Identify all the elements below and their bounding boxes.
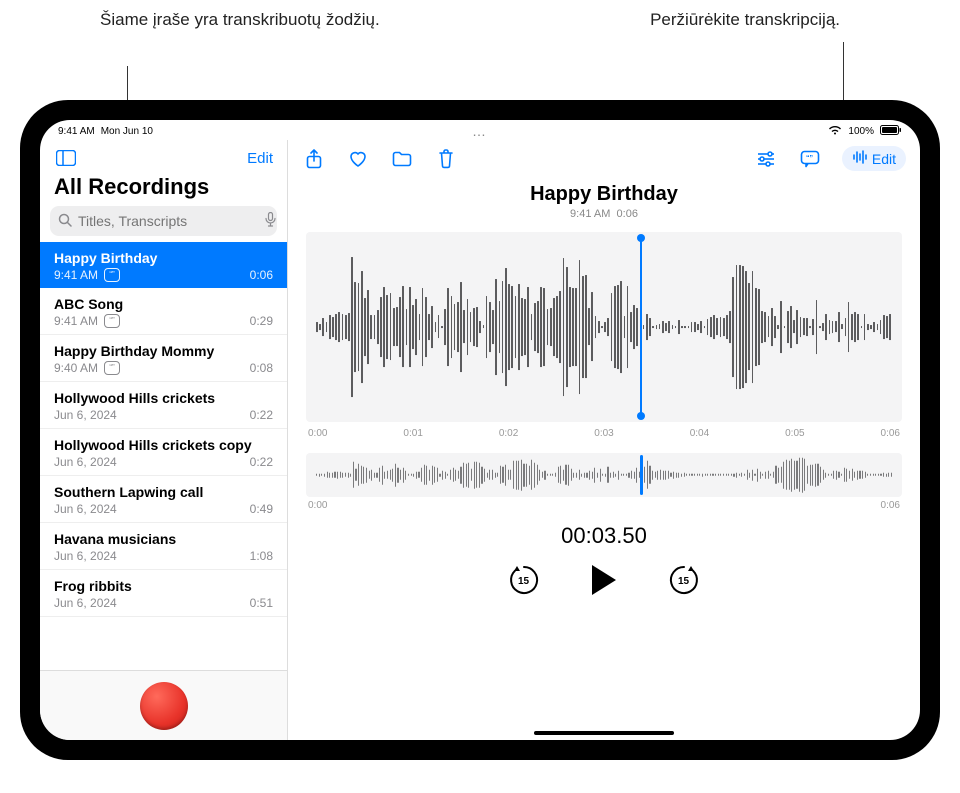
skip-back-15-button[interactable]: 15	[507, 563, 541, 597]
recording-row-duration: 1:08	[250, 549, 273, 563]
battery-icon	[880, 125, 902, 138]
record-area	[40, 670, 287, 740]
recording-row-time: Jun 6, 2024	[54, 455, 117, 469]
mic-icon[interactable]	[265, 212, 276, 230]
recording-subtitle: 9:41 AM 0:06	[288, 208, 920, 220]
tick-label: 0:05	[785, 428, 804, 439]
recording-row-time: Jun 6, 2024	[54, 596, 117, 610]
recording-row-time: 9:40 AM	[54, 361, 98, 375]
wifi-icon	[828, 125, 842, 138]
recording-row[interactable]: Hollywood Hills crickets copy Jun 6, 2024…	[40, 429, 287, 476]
recording-row-time: Jun 6, 2024	[54, 408, 117, 422]
waveform-large[interactable]	[306, 232, 902, 422]
tick-label: 0:03	[594, 428, 613, 439]
recording-row-duration: 0:06	[250, 268, 273, 282]
recording-row-time: Jun 6, 2024	[54, 549, 117, 563]
recording-row-title: Havana musicians	[54, 531, 273, 547]
home-indicator	[534, 731, 674, 735]
recording-row-duration: 0:22	[250, 455, 273, 469]
transcript-badge-icon: “”	[104, 314, 120, 328]
svg-text:15: 15	[518, 576, 530, 587]
sidebar-toggle-icon[interactable]	[54, 146, 78, 170]
recording-row-title: Frog ribbits	[54, 578, 273, 594]
search-field[interactable]	[50, 206, 277, 236]
main-panel: “” Edit Happy Birthday 9:41 AM 0:06	[288, 140, 920, 740]
transcript-badge-icon: “”	[104, 361, 120, 375]
overview-range: 0:00 0:06	[288, 497, 920, 511]
recording-row[interactable]: Happy Birthday 9:41 AM “” 0:06	[40, 242, 287, 288]
sidebar-title: All Recordings	[40, 172, 287, 206]
status-date: Mon Jun 10	[101, 126, 153, 137]
recording-row-title: Southern Lapwing call	[54, 484, 273, 500]
screen: 9:41 AM Mon Jun 10 … 100%	[40, 120, 920, 740]
edit-button[interactable]: Edit	[842, 146, 906, 171]
battery-percent: 100%	[848, 126, 874, 137]
recording-row[interactable]: Southern Lapwing call Jun 6, 2024 0:49	[40, 476, 287, 523]
recording-row[interactable]: Frog ribbits Jun 6, 2024 0:51	[40, 570, 287, 617]
tick-label: 0:06	[881, 428, 900, 439]
timecode: 00:03.50	[288, 523, 920, 549]
recording-row-time: 9:41 AM	[54, 314, 98, 328]
trash-icon[interactable]	[434, 147, 458, 171]
share-icon[interactable]	[302, 147, 326, 171]
skip-forward-15-button[interactable]: 15	[667, 563, 701, 597]
recording-row-duration: 0:22	[250, 408, 273, 422]
recording-row-duration: 0:49	[250, 502, 273, 516]
recording-row-duration: 0:29	[250, 314, 273, 328]
edit-label: Edit	[872, 151, 896, 167]
recording-row[interactable]: Happy Birthday Mommy 9:40 AM “” 0:08	[40, 335, 287, 382]
transcript-icon[interactable]: “”	[798, 147, 822, 171]
sidebar-edit-button[interactable]: Edit	[247, 150, 273, 167]
recording-row-title: Happy Birthday Mommy	[54, 343, 273, 359]
svg-text:15: 15	[678, 576, 690, 587]
search-input[interactable]	[78, 213, 259, 229]
recording-row-title: Happy Birthday	[54, 250, 273, 266]
overview-playhead[interactable]	[640, 455, 643, 495]
status-more-icon: …	[472, 123, 488, 139]
svg-text:“”: “”	[806, 155, 813, 162]
callout-transcript-badge: Šiame įraše yra transkribuotų žodžių.	[100, 10, 380, 110]
recording-title: Happy Birthday	[288, 183, 920, 206]
tick-label: 0:01	[403, 428, 422, 439]
play-button[interactable]	[589, 563, 619, 597]
recording-row-time: 9:41 AM	[54, 268, 98, 282]
waveform-overview[interactable]	[306, 453, 902, 497]
recording-row-title: Hollywood Hills crickets	[54, 390, 273, 406]
status-time: 9:41 AM	[58, 126, 95, 137]
callout-view-transcript: Peržiūrėkite transkripciją.	[650, 10, 840, 110]
status-bar: 9:41 AM Mon Jun 10 … 100%	[40, 120, 920, 140]
recording-row-duration: 0:08	[250, 361, 273, 375]
tick-label: 0:04	[690, 428, 709, 439]
recording-row-title: ABC Song	[54, 296, 273, 312]
waveform-icon	[852, 150, 868, 167]
recording-row-title: Hollywood Hills crickets copy	[54, 437, 273, 453]
search-icon	[58, 213, 72, 230]
record-button[interactable]	[140, 682, 188, 730]
ipad-frame: 9:41 AM Mon Jun 10 … 100%	[20, 100, 940, 760]
recordings-list: Happy Birthday 9:41 AM “” 0:06 ABC Song 9:41 …	[40, 242, 287, 670]
tick-label: 0:02	[499, 428, 518, 439]
recording-row[interactable]: ABC Song 9:41 AM “” 0:29	[40, 288, 287, 335]
playhead[interactable]	[640, 238, 642, 416]
folder-icon[interactable]	[390, 147, 414, 171]
recording-row-duration: 0:51	[250, 596, 273, 610]
tick-label: 0:00	[308, 428, 327, 439]
recording-row-time: Jun 6, 2024	[54, 502, 117, 516]
recording-row[interactable]: Havana musicians Jun 6, 2024 1:08	[40, 523, 287, 570]
transcript-badge-icon: “”	[104, 268, 120, 282]
timeline-ticks: 0:00 0:01 0:02 0:03 0:04 0:05 0:06	[288, 422, 920, 439]
favorite-icon[interactable]	[346, 147, 370, 171]
options-icon[interactable]	[754, 147, 778, 171]
sidebar: Edit All Recordings Happy Birthday 9:41 A…	[40, 140, 288, 740]
recording-row[interactable]: Hollywood Hills crickets Jun 6, 2024 0:22	[40, 382, 287, 429]
